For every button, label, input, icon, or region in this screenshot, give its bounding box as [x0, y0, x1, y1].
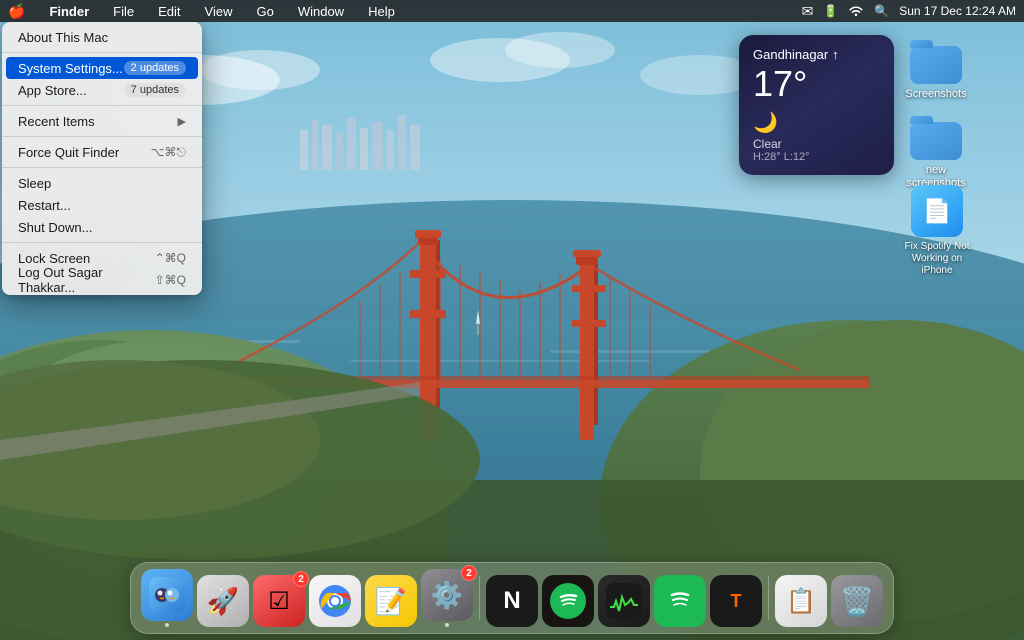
dock-item-reminders[interactable]: ☑ 2 — [253, 575, 305, 627]
menu-item-restart-label: Restart... — [18, 198, 71, 213]
weather-city: Gandhinagar ↑ — [753, 47, 880, 62]
menu-item-app-store[interactable]: App Store... 7 updates — [2, 79, 202, 101]
dock-item-notes[interactable]: 📝 — [365, 575, 417, 627]
dock-item-settings-dot — [445, 623, 449, 627]
weather-temperature: 17° — [753, 66, 880, 102]
dock-item-spotify2[interactable] — [654, 575, 706, 627]
dock-item-spotify[interactable] — [542, 575, 594, 627]
menu-item-app-store-label: App Store... — [18, 83, 87, 98]
menubar-edit[interactable]: Edit — [154, 4, 184, 19]
menu-separator-4 — [2, 167, 202, 168]
dock-item-topnotch[interactable]: T — [710, 575, 762, 627]
menu-item-log-out-shortcut: ⇧⌘Q — [155, 273, 186, 287]
dock-item-chrome[interactable] — [309, 575, 361, 627]
desktop-icon-fix-spotify-label: Fix Spotify Not Working on iPhone — [897, 241, 977, 277]
dock-item-activity-monitor[interactable] — [598, 575, 650, 627]
menu-item-system-settings-badge: 2 updates — [124, 61, 186, 75]
menu-item-force-quit[interactable]: Force Quit Finder ⌥⌘⎋ — [2, 141, 202, 163]
menu-item-system-settings-label: System Settings... — [18, 61, 123, 76]
menu-item-shut-down-label: Shut Down... — [18, 220, 92, 235]
menu-separator-3 — [2, 136, 202, 137]
menubar-wifi — [848, 4, 864, 19]
dock-item-trash[interactable]: 🗑️ — [831, 575, 883, 627]
menu-item-recent-items-label: Recent Items — [18, 114, 95, 129]
dock-item-document[interactable]: 📋 — [775, 575, 827, 627]
menu-item-force-quit-shortcut: ⌥⌘⎋ — [151, 145, 186, 160]
menubar-datetime: Sun 17 Dec 12:24 AM — [899, 4, 1016, 18]
dock-item-reminders-badge: 2 — [293, 571, 309, 587]
dock-item-settings[interactable]: ⚙️ 2 — [421, 569, 473, 627]
menu-item-log-out-label: Log Out Sagar Thakkar... — [18, 265, 155, 295]
menubar-message-icon: ✉ — [802, 3, 814, 20]
menubar-window[interactable]: Window — [294, 4, 348, 19]
menu-item-log-out[interactable]: Log Out Sagar Thakkar... ⇧⌘Q — [2, 269, 202, 291]
menu-item-sleep[interactable]: Sleep — [2, 172, 202, 194]
dock-item-launchpad[interactable]: 🚀 — [197, 575, 249, 627]
weather-condition-text: Clear — [753, 137, 880, 151]
menu-separator-2 — [2, 105, 202, 106]
menubar-help[interactable]: Help — [364, 4, 399, 19]
weather-range: H:28° L:12° — [753, 151, 880, 163]
dock-separator-1 — [479, 576, 480, 620]
menu-item-shut-down[interactable]: Shut Down... — [2, 216, 202, 238]
menu-item-lock-screen-label: Lock Screen — [18, 251, 90, 266]
dock-item-settings-badge: 2 — [461, 565, 477, 581]
dock: 🚀 ☑ 2 — [130, 562, 894, 634]
desktop: 🍎 Finder File Edit View Go Window Help ✉… — [0, 0, 1024, 640]
menu-separator-1 — [2, 52, 202, 53]
menu-item-lock-screen-shortcut: ⌃⌘Q — [155, 251, 186, 265]
apple-menu-button[interactable]: 🍎 — [8, 3, 25, 20]
menubar: 🍎 Finder File Edit View Go Window Help ✉… — [0, 0, 1024, 22]
menubar-go[interactable]: Go — [252, 4, 277, 19]
menubar-file[interactable]: File — [109, 4, 138, 19]
menubar-battery: 🔋 — [823, 4, 838, 18]
menubar-app-name[interactable]: Finder — [45, 4, 93, 19]
dock-item-notion[interactable]: N — [486, 575, 538, 627]
desktop-icon-screenshots[interactable]: Screenshots — [896, 36, 976, 101]
dock-item-finder-dot — [165, 623, 169, 627]
dock-item-finder[interactable] — [141, 569, 193, 627]
desktop-icon-screenshots-label: Screenshots — [905, 88, 966, 101]
apple-menu-dropdown: About This Mac System Settings... 2 upda… — [2, 22, 202, 295]
menu-item-system-settings[interactable]: System Settings... 2 updates — [6, 57, 198, 79]
menu-item-about-label: About This Mac — [18, 30, 108, 45]
menu-item-force-quit-label: Force Quit Finder — [18, 145, 119, 160]
menu-item-sleep-label: Sleep — [18, 176, 51, 191]
dock-separator-2 — [768, 576, 769, 620]
menu-item-restart[interactable]: Restart... — [2, 194, 202, 216]
menu-item-recent-items[interactable]: Recent Items ▶ — [2, 110, 202, 132]
weather-condition-icon: 🌙 — [753, 110, 880, 135]
menu-separator-5 — [2, 242, 202, 243]
desktop-icon-new-screenshots[interactable]: new screenshots — [896, 112, 976, 190]
menu-item-app-store-badge: 7 updates — [124, 83, 186, 97]
desktop-icon-fix-spotify[interactable]: 📄 Fix Spotify Not Working on iPhone — [892, 185, 982, 277]
menu-item-about[interactable]: About This Mac — [2, 26, 202, 48]
menubar-view[interactable]: View — [201, 4, 237, 19]
menubar-search[interactable]: 🔍 — [874, 4, 889, 18]
menu-item-recent-items-chevron: ▶ — [178, 115, 186, 128]
weather-widget[interactable]: Gandhinagar ↑ 17° 🌙 Clear H:28° L:12° — [739, 35, 894, 175]
weather-wind-icon: ↑ — [832, 47, 839, 62]
